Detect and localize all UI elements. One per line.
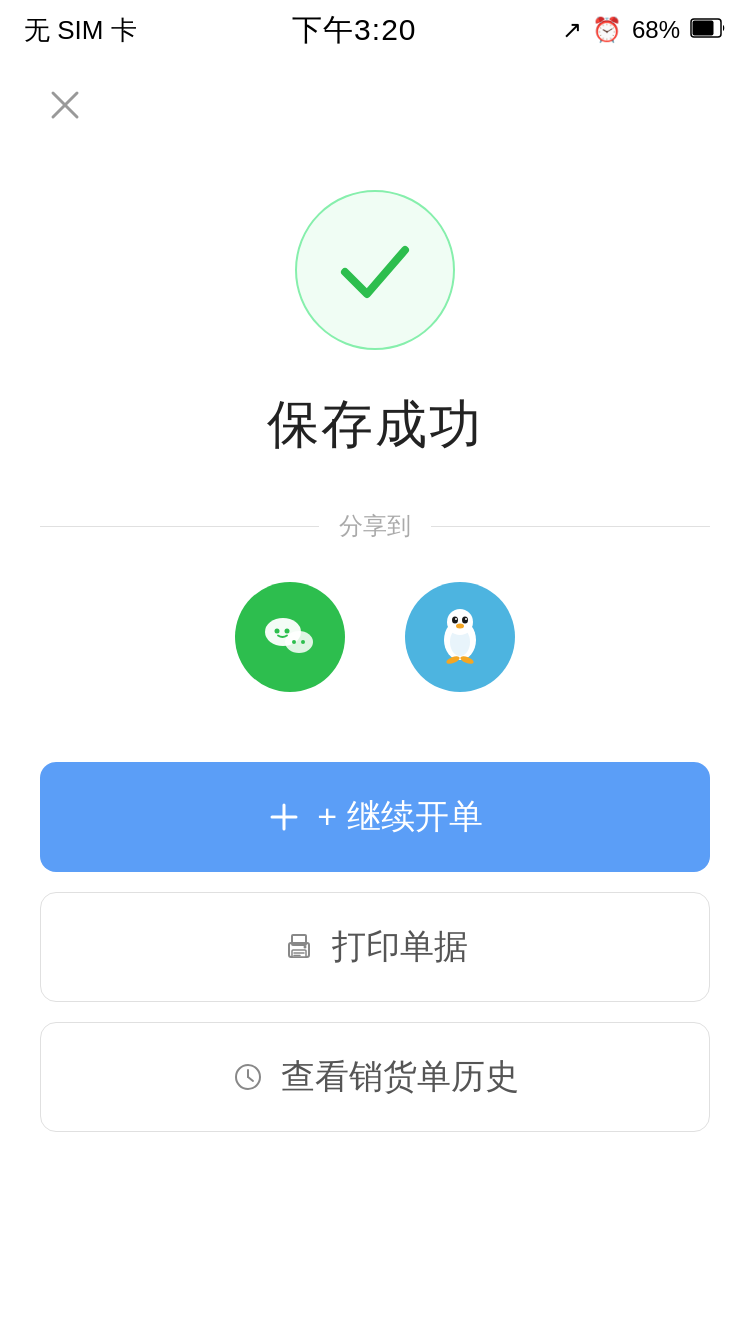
share-icons: [40, 582, 710, 692]
status-right: ↗ ⏰ 68%: [562, 16, 726, 44]
print-receipt-label: 打印单据: [332, 924, 468, 970]
print-receipt-button[interactable]: 打印单据: [40, 892, 710, 1002]
alarm-icon: ⏰: [592, 16, 622, 44]
wechat-share-button[interactable]: [235, 582, 345, 692]
battery-text: 68%: [632, 16, 680, 44]
status-bar: 无 SIM 卡 下午3:20 ↗ ⏰ 68%: [0, 0, 750, 60]
check-circle-icon: [295, 190, 455, 350]
svg-point-8: [292, 640, 296, 644]
svg-point-16: [465, 618, 467, 620]
actions-section: + 继续开单 打印单据 查看销货单历史: [0, 762, 750, 1132]
share-label: 分享到: [339, 510, 411, 542]
view-history-button[interactable]: 查看销货单历史: [40, 1022, 710, 1132]
svg-point-7: [285, 629, 290, 634]
battery-icon: [690, 16, 726, 44]
svg-rect-1: [692, 21, 713, 36]
time-display: 下午3:20: [292, 10, 416, 51]
carrier-text: 无 SIM 卡: [24, 13, 137, 48]
share-section: 分享到: [0, 510, 750, 762]
success-title: 保存成功: [267, 390, 483, 460]
svg-point-9: [301, 640, 305, 644]
svg-point-6: [275, 629, 280, 634]
svg-line-30: [248, 1077, 253, 1081]
continue-order-button[interactable]: + 继续开单: [40, 762, 710, 872]
qq-share-button[interactable]: [405, 582, 515, 692]
divider-line-right: [431, 526, 710, 527]
share-divider: 分享到: [40, 510, 710, 542]
divider-line-left: [40, 526, 319, 527]
continue-order-label: + 继续开单: [317, 794, 482, 840]
history-icon: [231, 1060, 265, 1094]
location-icon: ↗: [562, 16, 582, 44]
svg-point-13: [452, 617, 458, 624]
svg-point-15: [455, 618, 457, 620]
status-left: 无 SIM 卡: [24, 13, 147, 48]
printer-icon: [282, 930, 316, 964]
close-button[interactable]: [40, 80, 90, 130]
svg-point-5: [285, 631, 313, 653]
close-area: [0, 60, 750, 130]
svg-point-27: [304, 946, 307, 949]
view-history-label: 查看销货单历史: [281, 1054, 519, 1100]
success-area: 保存成功: [0, 130, 750, 510]
svg-point-12: [447, 609, 473, 635]
svg-point-17: [456, 624, 464, 629]
plus-icon: [267, 800, 301, 834]
svg-point-14: [462, 617, 468, 624]
